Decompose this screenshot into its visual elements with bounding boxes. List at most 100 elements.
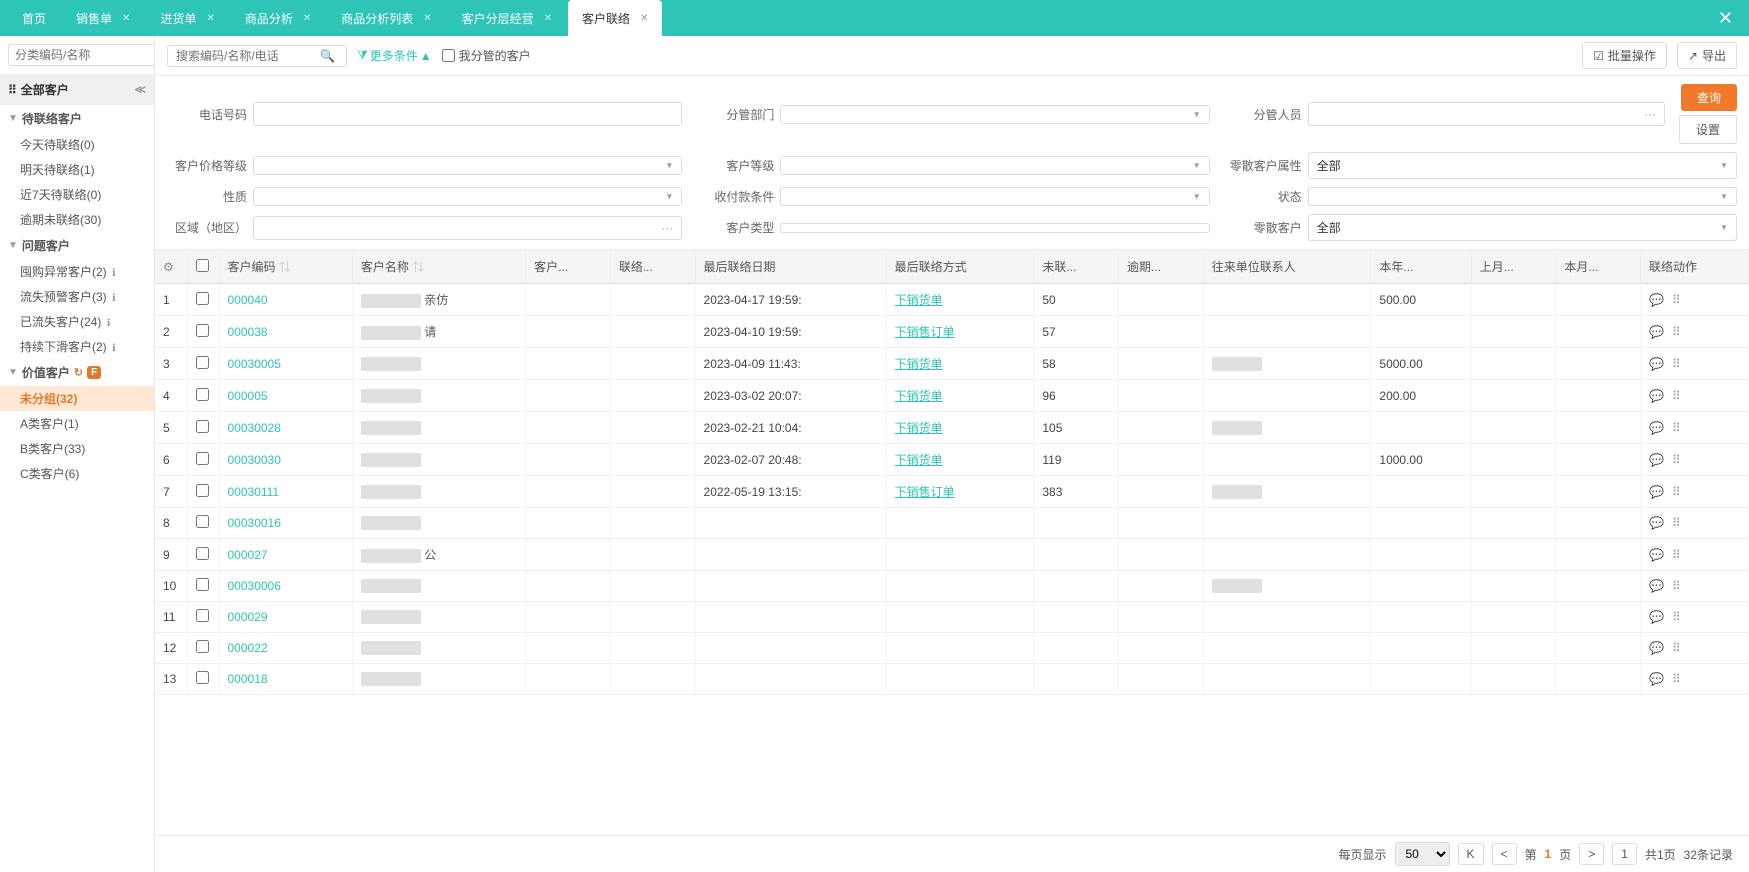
close-tab-analysis[interactable]: ✕: [303, 13, 311, 24]
message-icon[interactable]: 💬: [1649, 293, 1664, 307]
sidebar-item-abnormal[interactable]: 囤购异常客户(2) ℹ: [0, 259, 154, 284]
row-checkbox[interactable]: [196, 388, 209, 401]
message-icon[interactable]: 💬: [1649, 516, 1664, 530]
row-checkbox[interactable]: [196, 452, 209, 465]
message-icon[interactable]: 💬: [1649, 325, 1664, 339]
sidebar-item-tomorrow[interactable]: 明天待联络(1): [0, 157, 154, 182]
export-button[interactable]: ↗ 导出: [1677, 42, 1737, 69]
message-icon[interactable]: 💬: [1649, 357, 1664, 371]
method-link[interactable]: 下销货单: [895, 389, 943, 403]
window-close-button[interactable]: ✕: [1710, 8, 1741, 29]
customer-level-select[interactable]: ▼: [780, 156, 1209, 175]
grid-action-icon[interactable]: ⠿: [1672, 485, 1681, 499]
tab-purchase[interactable]: 进货单 ✕: [146, 0, 228, 36]
tab-home[interactable]: 首页: [8, 0, 60, 36]
sidebar-item-today[interactable]: 今天待联络(0): [0, 132, 154, 157]
row-checkbox[interactable]: [196, 356, 209, 369]
person-select[interactable]: ···: [1308, 102, 1665, 126]
sidebar-item-7days[interactable]: 近7天待联络(0): [0, 182, 154, 207]
message-icon[interactable]: 💬: [1649, 579, 1664, 593]
message-icon[interactable]: 💬: [1649, 672, 1664, 686]
grid-action-icon[interactable]: ⠿: [1672, 421, 1681, 435]
sidebar-item-churned[interactable]: 已流失客户(24) ℹ: [0, 309, 154, 334]
tab-sales[interactable]: 销售单 ✕: [62, 0, 144, 36]
grid-action-icon[interactable]: ⠿: [1672, 516, 1681, 530]
message-icon[interactable]: 💬: [1649, 421, 1664, 435]
row-checkbox[interactable]: [196, 640, 209, 653]
tab-customer-contact[interactable]: 客户联络 ✕: [568, 0, 662, 36]
grid-action-icon[interactable]: ⠿: [1672, 641, 1681, 655]
sidebar-item-declining[interactable]: 持续下滑客户(2) ℹ: [0, 334, 154, 359]
grid-action-icon[interactable]: ⠿: [1672, 453, 1681, 467]
customer-type-select[interactable]: [780, 223, 1209, 233]
collapse-all-icon[interactable]: ≪: [134, 83, 146, 96]
method-link[interactable]: 下销货单: [895, 293, 943, 307]
grid-action-icon[interactable]: ⠿: [1672, 389, 1681, 403]
close-tab-sales[interactable]: ✕: [122, 13, 130, 24]
close-tab-analysis-list[interactable]: ✕: [423, 13, 431, 24]
settings-icon[interactable]: ⚙: [163, 260, 174, 274]
grid-action-icon[interactable]: ⠿: [1672, 357, 1681, 371]
sidebar-group-pending[interactable]: ▼ 待联络客户: [0, 105, 154, 132]
sidebar-item-class-a[interactable]: A类客户(1): [0, 411, 154, 436]
tab-customer-mgmt[interactable]: 客户分层经营 ✕: [448, 0, 566, 36]
refresh-icon[interactable]: ↻: [74, 366, 83, 379]
more-conditions-button[interactable]: ⧩ 更多条件 ▲: [357, 47, 432, 64]
close-tab-customer-contact[interactable]: ✕: [640, 13, 648, 24]
method-link[interactable]: 下销售订单: [895, 325, 955, 339]
message-icon[interactable]: 💬: [1649, 610, 1664, 624]
sidebar-group-problem[interactable]: ▼ 问题客户: [0, 232, 154, 259]
row-checkbox[interactable]: [196, 515, 209, 528]
message-icon[interactable]: 💬: [1649, 389, 1664, 403]
close-tab-purchase[interactable]: ✕: [206, 13, 214, 24]
row-checkbox[interactable]: [196, 671, 209, 684]
row-checkbox[interactable]: [196, 324, 209, 337]
price-level-select[interactable]: ▼: [253, 156, 682, 175]
grid-action-icon[interactable]: ⠿: [1672, 325, 1681, 339]
row-checkbox[interactable]: [196, 578, 209, 591]
message-icon[interactable]: 💬: [1649, 641, 1664, 655]
gender-select[interactable]: ▼: [253, 187, 682, 206]
sidebar-group-value[interactable]: ▼ 价值客户 ↻ F: [0, 359, 154, 386]
method-link[interactable]: 下销货单: [895, 421, 943, 435]
grid-action-icon[interactable]: ⠿: [1672, 579, 1681, 593]
sidebar-item-class-c[interactable]: C类客户(6): [0, 461, 154, 486]
row-checkbox[interactable]: [196, 609, 209, 622]
status-select[interactable]: ▼: [1308, 187, 1737, 206]
query-button[interactable]: 查询: [1681, 84, 1737, 111]
method-link[interactable]: 下销货单: [895, 357, 943, 371]
search-input[interactable]: [176, 49, 316, 63]
row-checkbox[interactable]: [196, 420, 209, 433]
batch-ops-button[interactable]: ☑ 批量操作: [1582, 42, 1667, 69]
person-more-icon[interactable]: ···: [1644, 107, 1656, 121]
retail-customer-select[interactable]: 全部 ▼: [1308, 214, 1737, 241]
prev-page-button[interactable]: <: [1492, 843, 1517, 865]
first-page-button[interactable]: K: [1458, 843, 1484, 865]
row-checkbox[interactable]: [196, 292, 209, 305]
payment-select[interactable]: ▼: [780, 187, 1209, 206]
last-page-button[interactable]: 1: [1612, 843, 1637, 865]
close-tab-customer-mgmt[interactable]: ✕: [544, 13, 552, 24]
sidebar-item-ungrouped[interactable]: 未分组(32): [0, 386, 154, 411]
row-checkbox[interactable]: [196, 484, 209, 497]
page-size-select[interactable]: 50 100: [1395, 842, 1450, 866]
message-icon[interactable]: 💬: [1649, 453, 1664, 467]
phone-input[interactable]: [253, 102, 682, 126]
next-page-button[interactable]: >: [1579, 843, 1604, 865]
method-link[interactable]: 下销售订单: [895, 485, 955, 499]
sidebar-item-all-customers[interactable]: ⠿ 全部客户 ≪: [0, 75, 154, 105]
search-icon[interactable]: 🔍: [320, 49, 335, 63]
grid-action-icon[interactable]: ⠿: [1672, 548, 1681, 562]
region-select[interactable]: ···: [253, 216, 682, 240]
grid-action-icon[interactable]: ⠿: [1672, 610, 1681, 624]
grid-action-icon[interactable]: ⠿: [1672, 672, 1681, 686]
grid-action-icon[interactable]: ⠿: [1672, 293, 1681, 307]
retail-attr-select[interactable]: 全部 ▼: [1308, 152, 1737, 179]
reset-button[interactable]: 设置: [1679, 115, 1737, 144]
sidebar-item-overdue-contact[interactable]: 逾期未联络(30): [0, 207, 154, 232]
row-checkbox[interactable]: [196, 547, 209, 560]
region-more-icon[interactable]: ···: [661, 221, 673, 235]
sidebar-search-input[interactable]: [8, 44, 155, 66]
sidebar-item-churn-warning[interactable]: 流失预警客户(3) ℹ: [0, 284, 154, 309]
message-icon[interactable]: 💬: [1649, 548, 1664, 562]
